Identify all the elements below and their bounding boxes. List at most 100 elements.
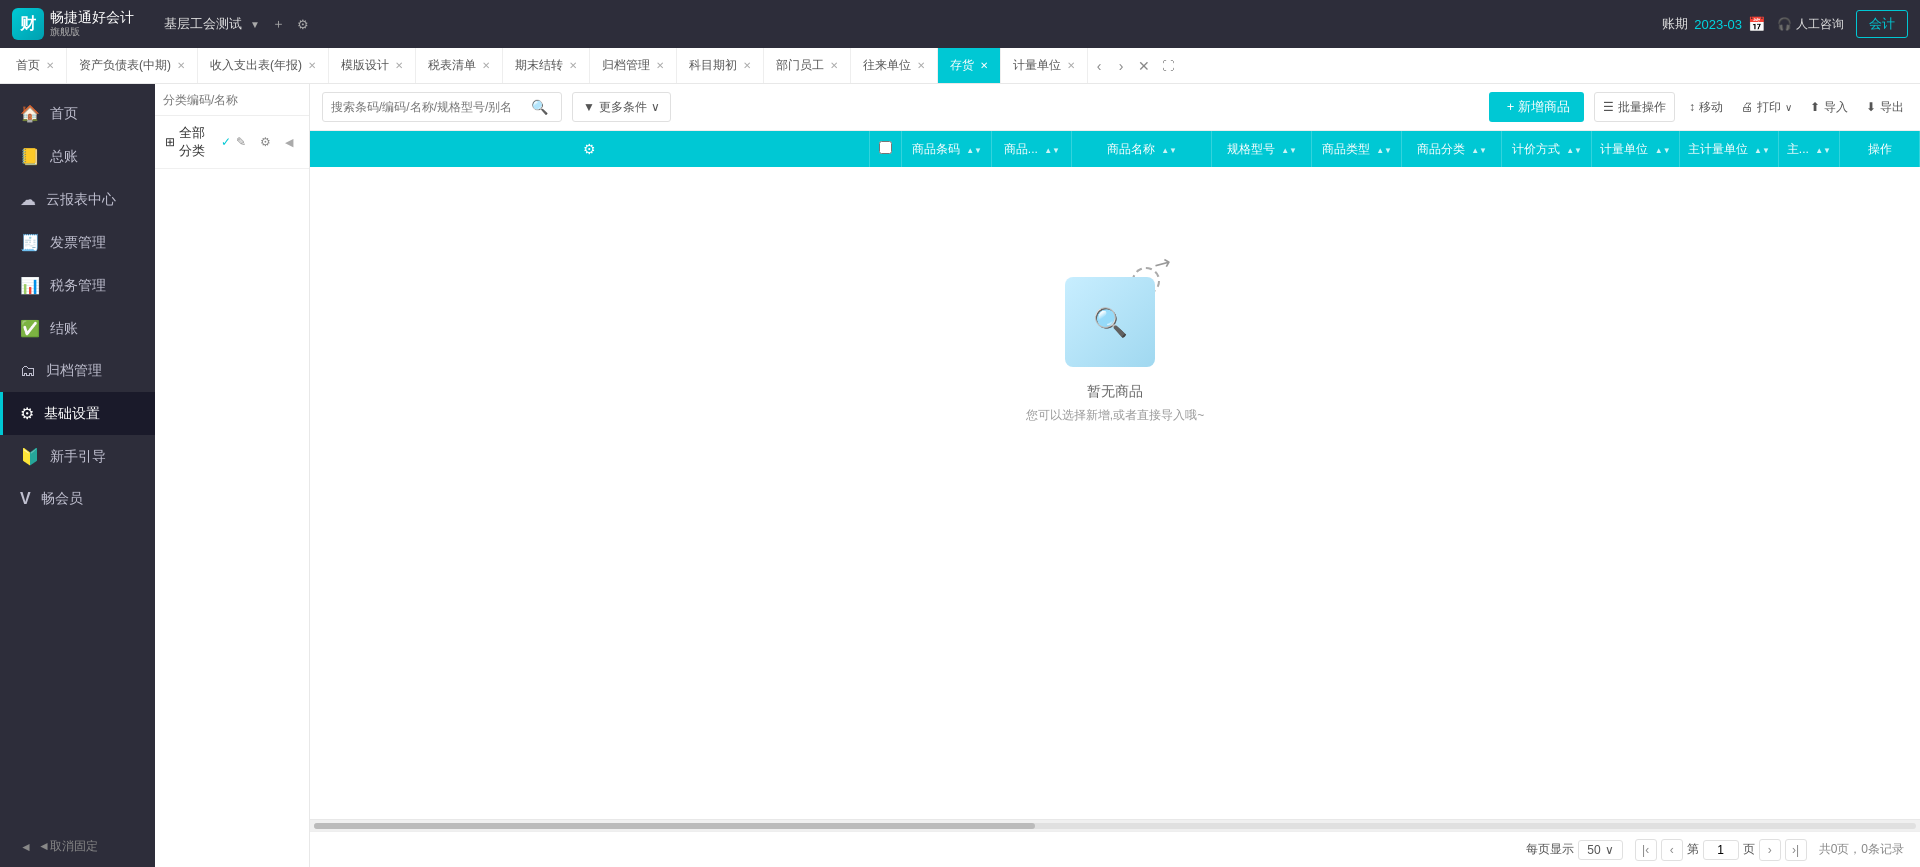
tab-tax-close[interactable]: ✕	[482, 60, 490, 71]
sidebar-item-tax[interactable]: 📊 税务管理	[0, 264, 155, 307]
sidebar: 🏠 首页 📒 总账 ☁ 云报表中心 🧾 发票管理 📊 税务管理 ✅ 结账 🗂 归…	[0, 84, 155, 867]
page-number-input[interactable]	[1703, 840, 1739, 860]
sort-category-icon[interactable]: ▲▼	[1471, 147, 1487, 155]
sidebar-item-archive[interactable]: 🗂 归档管理	[0, 350, 155, 392]
tab-home[interactable]: 首页 ✕	[4, 48, 67, 84]
tab-archive[interactable]: 归档管理 ✕	[590, 48, 677, 84]
category-settings-icon[interactable]: ⚙	[255, 132, 275, 152]
sort-unit-icon[interactable]: ▲▼	[1655, 147, 1671, 155]
sidebar-item-checkout[interactable]: ✅ 结账	[0, 307, 155, 350]
sidebar-item-settings[interactable]: ⚙ 基础设置	[0, 392, 155, 435]
main-content: 🔍 ▼ 更多条件 ∨ + 新增商品 ☰ 批量操作	[310, 84, 1920, 867]
batch-button[interactable]: ☰ 批量操作	[1594, 92, 1675, 122]
calendar-icon[interactable]: 📅	[1748, 16, 1765, 32]
tab-contacts[interactable]: 往来单位 ✕	[851, 48, 938, 84]
tab-home-close[interactable]: ✕	[46, 60, 54, 71]
select-all-checkbox[interactable]	[879, 141, 892, 154]
sort-barcode-icon[interactable]: ▲▼	[966, 147, 982, 155]
page-first-btn[interactable]: |‹	[1635, 839, 1657, 861]
tab-period-end[interactable]: 期末结转 ✕	[503, 48, 590, 84]
sort-main-unit-icon[interactable]: ▲▼	[1754, 147, 1770, 155]
page-last-btn[interactable]: ›|	[1785, 839, 1807, 861]
filter-button[interactable]: ▼ 更多条件 ∨	[572, 92, 671, 122]
sidebar-checkout-label: 结账	[50, 320, 78, 338]
add-company-icon[interactable]: ＋	[272, 15, 285, 33]
sidebar-collapse-btn[interactable]: ◄ ◄取消固定	[0, 826, 155, 867]
category-panel: 🔍 ⊞ 全部分类 ✓ ✎ ⚙ ◀	[155, 84, 310, 867]
page-next-btn[interactable]: ›	[1759, 839, 1781, 861]
table-header-row: ⚙ 商品条码 ▲▼ 商品... ▲▼	[310, 131, 1920, 167]
batch-icon: ☰	[1603, 100, 1614, 114]
sidebar-item-guide[interactable]: 🔰 新手引导	[0, 435, 155, 478]
tab-dept[interactable]: 部门员工 ✕	[764, 48, 851, 84]
tab-tax-label: 税表清单	[428, 57, 476, 74]
tab-contacts-close[interactable]: ✕	[917, 60, 925, 71]
th-checkbox[interactable]	[870, 131, 902, 167]
th-col3: 主... ▲▼	[1778, 131, 1839, 167]
sidebar-home-label: 首页	[50, 105, 78, 123]
sort-price-icon[interactable]: ▲▼	[1566, 147, 1582, 155]
export-button[interactable]: ⬇ 导出	[1862, 92, 1908, 122]
tab-next-btn[interactable]: ›	[1110, 55, 1132, 77]
tab-inventory[interactable]: 存货 ✕	[938, 48, 1001, 84]
sidebar-item-invoice[interactable]: 🧾 发票管理	[0, 221, 155, 264]
sort-spec-icon[interactable]: ▲▼	[1281, 147, 1297, 155]
tab-tax[interactable]: 税表清单 ✕	[416, 48, 503, 84]
tab-template[interactable]: 模版设计 ✕	[329, 48, 416, 84]
print-button[interactable]: 🖨 打印 ∨	[1737, 92, 1796, 122]
tab-unit-close[interactable]: ✕	[1067, 60, 1075, 71]
th-settings[interactable]: ⚙	[310, 131, 870, 167]
invoice-icon: 🧾	[20, 233, 40, 252]
tab-period-end-close[interactable]: ✕	[569, 60, 577, 71]
company-selector[interactable]: 基层工会测试 ▼ ＋ ⚙	[164, 15, 1650, 33]
app-header: 财 畅捷通好会计 旗舰版 基层工会测试 ▼ ＋ ⚙ 账期 2023-03 📅 🎧…	[0, 0, 1920, 48]
print-caret-icon: ∨	[1785, 102, 1792, 113]
page-prev-btn[interactable]: ‹	[1661, 839, 1683, 861]
sort-name-icon[interactable]: ▲▼	[1161, 147, 1177, 155]
sidebar-item-home[interactable]: 🏠 首页	[0, 92, 155, 135]
tab-prev-btn[interactable]: ‹	[1088, 55, 1110, 77]
total-info: 共0页，0条记录	[1819, 841, 1904, 858]
export-icon: ⬇	[1866, 100, 1876, 114]
import-button[interactable]: ⬆ 导入	[1806, 92, 1852, 122]
consult-button[interactable]: 🎧 人工咨询	[1777, 16, 1844, 33]
tab-unit[interactable]: 计量单位 ✕	[1001, 48, 1088, 84]
category-edit-icon[interactable]: ✎	[231, 132, 251, 152]
tab-subject[interactable]: 科目期初 ✕	[677, 48, 764, 84]
category-header: ⊞ 全部分类 ✓ ✎ ⚙ ◀	[155, 116, 309, 169]
sort-col3-icon[interactable]: ▲▼	[1815, 147, 1831, 155]
sidebar-item-cloud-report[interactable]: ☁ 云报表中心	[0, 178, 155, 221]
horizontal-scrollbar[interactable]	[310, 819, 1920, 831]
page-size-dropdown[interactable]: 50 ∨	[1578, 840, 1622, 860]
sort-type-icon[interactable]: ▲▼	[1376, 147, 1392, 155]
tab-inventory-close[interactable]: ✕	[980, 60, 988, 71]
scrollbar-thumb[interactable]	[314, 823, 1035, 829]
tab-close-all-btn[interactable]: ✕	[1132, 54, 1156, 78]
account-button[interactable]: 会计	[1856, 10, 1908, 38]
sidebar-item-ledger[interactable]: 📒 总账	[0, 135, 155, 178]
tab-template-close[interactable]: ✕	[395, 60, 403, 71]
category-search-bar: 🔍	[155, 84, 309, 116]
tab-archive-close[interactable]: ✕	[656, 60, 664, 71]
tab-income[interactable]: 收入支出表(年报) ✕	[198, 48, 329, 84]
move-button[interactable]: ↕ 移动	[1685, 92, 1727, 122]
tab-expand-btn[interactable]: ⛶	[1156, 54, 1180, 78]
toolbar-search-icon[interactable]: 🔍	[531, 99, 548, 115]
add-product-button[interactable]: + 新增商品	[1489, 92, 1584, 122]
category-collapse-icon[interactable]: ◀	[279, 132, 299, 152]
settings-icon[interactable]: ⚙	[297, 17, 309, 32]
page-suffix: 页	[1743, 841, 1755, 858]
sidebar-archive-label: 归档管理	[46, 362, 102, 380]
tab-balance-close[interactable]: ✕	[177, 60, 185, 71]
tab-dept-close[interactable]: ✕	[830, 60, 838, 71]
content-wrapper: 🔍 ⊞ 全部分类 ✓ ✎ ⚙ ◀	[155, 84, 1920, 867]
sidebar-item-member[interactable]: V 畅会员	[0, 478, 155, 520]
tab-balance-sheet[interactable]: 资产负债表(中期) ✕	[67, 48, 198, 84]
category-label: 全部分类	[179, 124, 217, 160]
toolbar-search-input[interactable]	[331, 100, 531, 114]
th-name: 商品名称 ▲▼	[1072, 131, 1212, 167]
tab-subject-close[interactable]: ✕	[743, 60, 751, 71]
category-search-input[interactable]	[163, 93, 313, 107]
tab-income-close[interactable]: ✕	[308, 60, 316, 71]
sort-code-icon[interactable]: ▲▼	[1044, 147, 1060, 155]
